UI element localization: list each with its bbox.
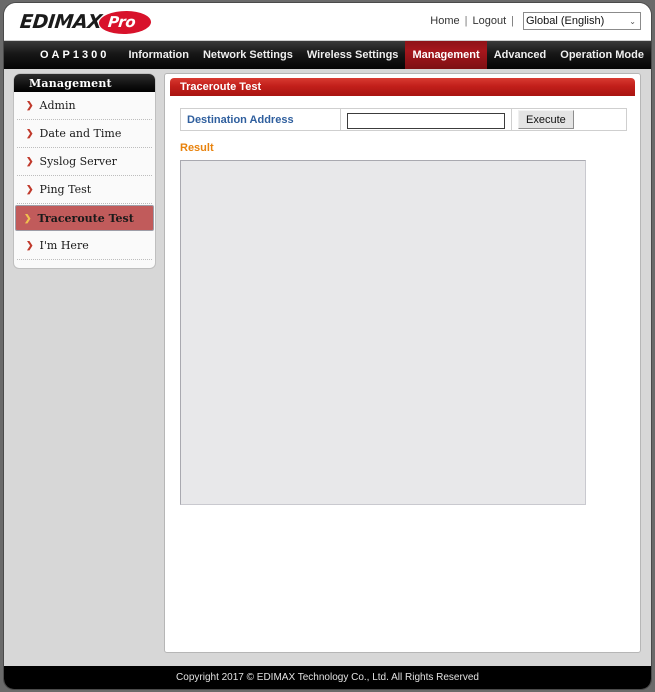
- sidebar: Management ❯ Admin ❯ Date and Time ❯ Sys…: [13, 73, 156, 269]
- page-root: EDIMAX Pro Home | Logout | Global (Engli…: [0, 0, 655, 692]
- sidebar-item-traceroute-test[interactable]: ❯ Traceroute Test: [15, 205, 154, 231]
- content-area: Management ❯ Admin ❯ Date and Time ❯ Sys…: [4, 69, 651, 666]
- chevron-right-icon: ❯: [26, 184, 34, 194]
- sidebar-item-label: I'm Here: [39, 239, 89, 252]
- execute-cell: Execute: [511, 108, 627, 131]
- top-header: EDIMAX Pro Home | Logout | Global (Engli…: [4, 3, 651, 41]
- sidebar-item-syslog-server[interactable]: ❯ Syslog Server: [17, 148, 152, 176]
- sidebar-item-date-and-time[interactable]: ❯ Date and Time: [17, 120, 152, 148]
- sidebar-item-admin[interactable]: ❯ Admin: [17, 92, 152, 120]
- nav-items: Information Network Settings Wireless Se…: [121, 41, 651, 69]
- sidebar-item-label: Admin: [39, 99, 76, 112]
- nav-item-operation-mode[interactable]: Operation Mode: [553, 41, 651, 69]
- sidebar-item-label: Date and Time: [39, 127, 122, 140]
- language-select[interactable]: Global (English) ⌄: [523, 12, 641, 30]
- footer: Copyright 2017 © EDIMAX Technology Co., …: [4, 666, 651, 689]
- device-model-label: OAP1300: [40, 49, 110, 61]
- result-output[interactable]: [180, 160, 586, 505]
- sidebar-title: Management: [14, 74, 155, 92]
- chevron-right-icon: ❯: [24, 212, 32, 223]
- logo-pro-badge: Pro: [97, 10, 152, 34]
- main-panel: Traceroute Test Destination Address Exec…: [164, 73, 641, 653]
- chevron-right-icon: ❯: [26, 240, 34, 250]
- link-separator-2: |: [511, 15, 514, 27]
- sidebar-item-label: Traceroute Test: [37, 211, 134, 225]
- copyright-text: Copyright 2017 © EDIMAX Technology Co., …: [176, 672, 479, 683]
- nav-item-wireless-settings[interactable]: Wireless Settings: [300, 41, 406, 69]
- nav-item-network-settings[interactable]: Network Settings: [196, 41, 300, 69]
- edimax-logo: EDIMAX Pro: [18, 10, 152, 34]
- logout-link[interactable]: Logout: [472, 15, 506, 27]
- logo-wordmark: EDIMAX: [18, 11, 103, 33]
- sidebar-item-im-here[interactable]: ❯ I'm Here: [17, 232, 152, 260]
- sidebar-item-label: Ping Test: [39, 183, 92, 196]
- destination-address-label: Destination Address: [180, 108, 341, 131]
- chevron-right-icon: ❯: [26, 156, 34, 166]
- chevron-right-icon: ❯: [26, 100, 34, 110]
- logo-pro-label: Pro: [106, 12, 137, 31]
- app-frame: EDIMAX Pro Home | Logout | Global (Engli…: [4, 3, 651, 689]
- chevron-right-icon: ❯: [26, 128, 34, 138]
- link-separator-1: |: [464, 15, 468, 27]
- nav-item-management[interactable]: Management: [405, 41, 487, 69]
- table-row: Destination Address Execute: [180, 108, 627, 131]
- traceroute-form: Destination Address Execute: [180, 108, 627, 131]
- nav-item-information[interactable]: Information: [121, 41, 196, 69]
- sidebar-item-label: Syslog Server: [39, 155, 117, 168]
- nav-item-advanced[interactable]: Advanced: [487, 41, 554, 69]
- chevron-down-icon: ⌄: [629, 16, 636, 26]
- destination-address-cell: [340, 108, 512, 131]
- home-link[interactable]: Home: [430, 15, 459, 27]
- panel-body: Destination Address Execute Result: [165, 96, 640, 505]
- panel-title: Traceroute Test: [170, 78, 635, 96]
- main-navigation: OAP1300 Information Network Settings Wir…: [4, 41, 651, 69]
- result-label: Result: [180, 142, 214, 154]
- header-utility-links: Home | Logout | Global (English) ⌄: [430, 12, 641, 30]
- sidebar-item-ping-test[interactable]: ❯ Ping Test: [17, 176, 152, 204]
- execute-button[interactable]: Execute: [518, 110, 574, 130]
- destination-address-input[interactable]: [347, 112, 505, 129]
- language-select-value: Global (English): [526, 15, 605, 27]
